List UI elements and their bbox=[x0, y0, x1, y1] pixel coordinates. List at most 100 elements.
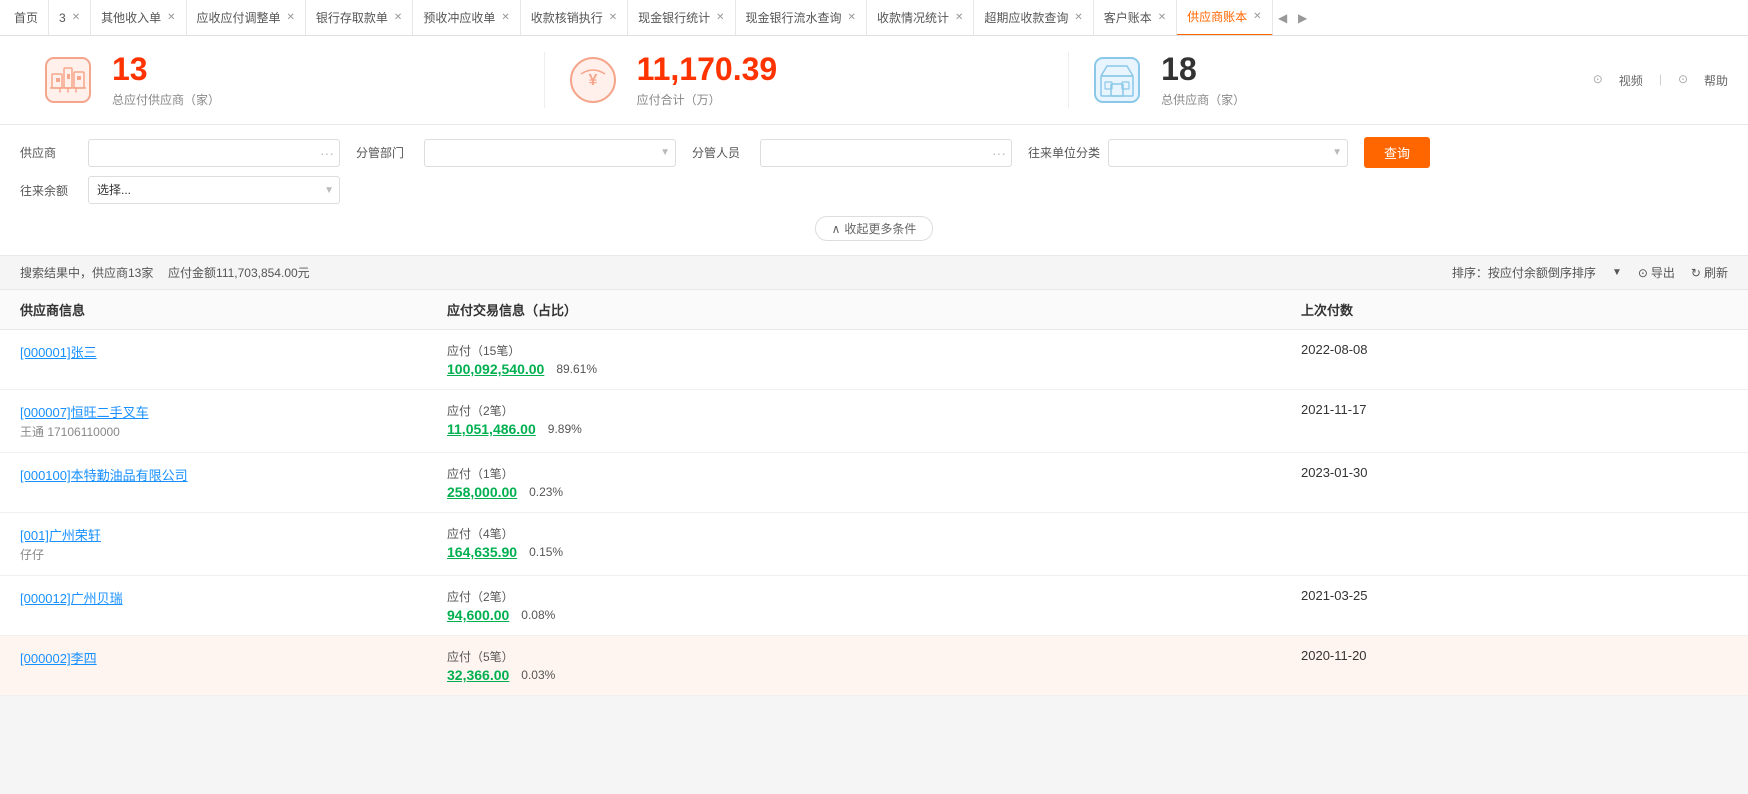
close-icon[interactable]: ✕ bbox=[501, 12, 509, 23]
supplier-info-cell-0: [000001]张三 bbox=[20, 342, 447, 361]
tx-amount-2[interactable]: 258,000.00 bbox=[447, 484, 517, 500]
category-filter-label: 往来单位分类 bbox=[1028, 144, 1100, 161]
nav-tab-home[interactable]: 首页 bbox=[4, 0, 49, 36]
supplier-link-5[interactable]: [000002]李四 bbox=[20, 648, 447, 667]
close-icon[interactable]: ✕ bbox=[1158, 12, 1166, 23]
supplier-input[interactable] bbox=[88, 139, 340, 167]
balance-select-wrap: 选择... ▼ bbox=[88, 176, 340, 204]
filter-row-2: 往来余额 选择... ▼ bbox=[20, 176, 1728, 204]
payable-icon: ¥ bbox=[565, 52, 621, 108]
refresh-icon: ↻ bbox=[1691, 266, 1701, 280]
tx-amount-5[interactable]: 32,366.00 bbox=[447, 667, 509, 683]
tx-row-4: 94,600.00 0.08% bbox=[447, 607, 1301, 623]
category-select[interactable] bbox=[1108, 139, 1348, 167]
tx-label-2: 应付（1笔） bbox=[447, 465, 1301, 482]
tx-percent-5: 0.03% bbox=[521, 668, 555, 682]
nav-tab-cash-flow[interactable]: 现金银行流水查询 ✕ bbox=[736, 0, 867, 36]
nav-tab-overdue-query[interactable]: 超期应收款查询 ✕ bbox=[974, 0, 1093, 36]
supplier-info-cell-2: [000100]本特勤油品有限公司 bbox=[20, 465, 447, 484]
nav-tab-prepay[interactable]: 预收冲应收单 ✕ bbox=[413, 0, 520, 36]
store-icon bbox=[1089, 52, 1145, 108]
supplier-link-3[interactable]: [001]广州荣轩 bbox=[20, 525, 447, 544]
tx-info-cell-1: 应付（2笔） 11,051,486.00 9.89% bbox=[447, 402, 1301, 437]
nav-tab-supplier-ledger[interactable]: 供应商账本 ✕ bbox=[1177, 0, 1272, 36]
nav-tab-ap-adjustment[interactable]: 应收应付调整单 ✕ bbox=[187, 0, 306, 36]
table-row: [000012]广州贝瑞 应付（2笔） 94,600.00 0.08% 2021… bbox=[0, 576, 1748, 636]
nav-tab-collection-stat[interactable]: 收款情况统计 ✕ bbox=[867, 0, 974, 36]
supplier-icon-1 bbox=[40, 52, 96, 108]
nav-tab-customer-ledger[interactable]: 客户账本 ✕ bbox=[1094, 0, 1177, 36]
close-icon[interactable]: ✕ bbox=[72, 12, 80, 23]
supplier-sub-1: 王通 17106110000 bbox=[20, 423, 447, 440]
export-icon: ⊙ bbox=[1638, 266, 1648, 280]
nav-right-arrow[interactable]: ▶ bbox=[1293, 0, 1313, 36]
data-table: 供应商信息 应付交易信息（占比） 上次付数 [000001]张三 应付（15笔）… bbox=[0, 290, 1748, 696]
close-icon[interactable]: ✕ bbox=[1253, 11, 1261, 22]
result-bar-right: 排序：按应付余额倒序排序 ▼ ⊙ 导出 ↻ 刷新 bbox=[1452, 264, 1728, 281]
help-link[interactable]: 帮助 bbox=[1704, 72, 1728, 89]
tx-amount-1[interactable]: 11,051,486.00 bbox=[447, 421, 536, 437]
supplier-link-2[interactable]: [000100]本特勤油品有限公司 bbox=[20, 465, 447, 484]
tx-amount-0[interactable]: 100,092,540.00 bbox=[447, 361, 544, 377]
supplier-link-4[interactable]: [000012]广州贝瑞 bbox=[20, 588, 447, 607]
close-icon[interactable]: ✕ bbox=[955, 12, 963, 23]
tx-row-5: 32,366.00 0.03% bbox=[447, 667, 1301, 683]
last-pay-0: 2022-08-08 bbox=[1301, 342, 1368, 357]
balance-select[interactable]: 选择... bbox=[88, 176, 340, 204]
tx-row-0: 100,092,540.00 89.61% bbox=[447, 361, 1301, 377]
nav-left-arrow[interactable]: ◀ bbox=[1273, 0, 1293, 36]
tx-amount-4[interactable]: 94,600.00 bbox=[447, 607, 509, 623]
close-icon[interactable]: ✕ bbox=[167, 12, 175, 23]
supplier-link-1[interactable]: [000007]恒旺二手叉车 bbox=[20, 402, 447, 421]
tx-label-3: 应付（4笔） bbox=[447, 525, 1301, 542]
refresh-button[interactable]: ↻ 刷新 bbox=[1691, 264, 1728, 281]
nav-tab-payment-execute[interactable]: 收款核销执行 ✕ bbox=[521, 0, 628, 36]
collapse-button[interactable]: ∧ 收起更多条件 bbox=[815, 216, 934, 241]
table-row: [000007]恒旺二手叉车 王通 17106110000 应付（2笔） 11,… bbox=[0, 390, 1748, 453]
summary-card-payable-suppliers: 13 总应付供应商（家） bbox=[20, 52, 545, 108]
nav-tab-cash-bank-stat[interactable]: 现金银行统计 ✕ bbox=[628, 0, 735, 36]
close-icon[interactable]: ✕ bbox=[848, 12, 856, 23]
tx-label-1: 应付（2笔） bbox=[447, 402, 1301, 419]
category-select-wrap: ▼ bbox=[1108, 139, 1348, 167]
person-input[interactable] bbox=[760, 139, 1012, 167]
dept-select[interactable] bbox=[424, 139, 676, 167]
close-icon[interactable]: ✕ bbox=[716, 12, 724, 23]
filter-collapse-bar: ∧ 收起更多条件 bbox=[20, 212, 1728, 247]
supplier-link-0[interactable]: [000001]张三 bbox=[20, 342, 447, 361]
circle-icon: ⊙ bbox=[1593, 72, 1603, 89]
export-button[interactable]: ⊙ 导出 bbox=[1638, 264, 1675, 281]
supplier-info-cell-1: [000007]恒旺二手叉车 王通 17106110000 bbox=[20, 402, 447, 440]
nav-tab-other-income[interactable]: 其他收入单 ✕ bbox=[91, 0, 186, 36]
lastpay-cell-0: 2022-08-08 bbox=[1301, 342, 1728, 357]
result-text-2: 应付金额111,703,854.00元 bbox=[168, 264, 310, 281]
close-icon[interactable]: ✕ bbox=[287, 12, 295, 23]
close-icon[interactable]: ✕ bbox=[1074, 12, 1082, 23]
nav-tab-3[interactable]: 3 ✕ bbox=[49, 0, 91, 36]
last-pay-2: 2023-01-30 bbox=[1301, 465, 1368, 480]
close-icon[interactable]: ✕ bbox=[394, 12, 402, 23]
total-supplier-label: 总供应商（家） bbox=[1161, 91, 1245, 108]
balance-filter-label: 往来余额 bbox=[20, 182, 80, 199]
tx-info-cell-0: 应付（15笔） 100,092,540.00 89.61% bbox=[447, 342, 1301, 377]
close-icon[interactable]: ✕ bbox=[609, 12, 617, 23]
table-row: [001]广州荣轩 仔仔 应付（4笔） 164,635.90 0.15% bbox=[0, 513, 1748, 576]
table-header-lastpay: 上次付数 bbox=[1301, 300, 1728, 319]
total-supplier-count: 18 bbox=[1161, 52, 1245, 87]
summary-links: ⊙ 视频 | ⊙ 帮助 bbox=[1593, 72, 1728, 89]
table-row: [000100]本特勤油品有限公司 应付（1笔） 258,000.00 0.23… bbox=[0, 453, 1748, 513]
tx-row-2: 258,000.00 0.23% bbox=[447, 484, 1301, 500]
lastpay-cell-2: 2023-01-30 bbox=[1301, 465, 1728, 480]
query-button[interactable]: 查询 bbox=[1364, 137, 1430, 168]
result-text-1: 搜索结果中，供应商13家 bbox=[20, 264, 153, 281]
person-input-wrap: ··· bbox=[760, 139, 1012, 167]
payable-supplier-count: 13 bbox=[112, 52, 220, 87]
tx-amount-3[interactable]: 164,635.90 bbox=[447, 544, 517, 560]
table-row: [000001]张三 应付（15笔） 100,092,540.00 89.61%… bbox=[0, 330, 1748, 390]
last-pay-5: 2020-11-20 bbox=[1301, 648, 1367, 663]
nav-tab-bank-deposit[interactable]: 银行存取款单 ✕ bbox=[306, 0, 413, 36]
lastpay-cell-1: 2021-11-17 bbox=[1301, 402, 1728, 417]
video-link[interactable]: 视频 bbox=[1619, 72, 1643, 89]
chevron-down-icon-sort: ▼ bbox=[1612, 267, 1622, 278]
tx-row-3: 164,635.90 0.15% bbox=[447, 544, 1301, 560]
